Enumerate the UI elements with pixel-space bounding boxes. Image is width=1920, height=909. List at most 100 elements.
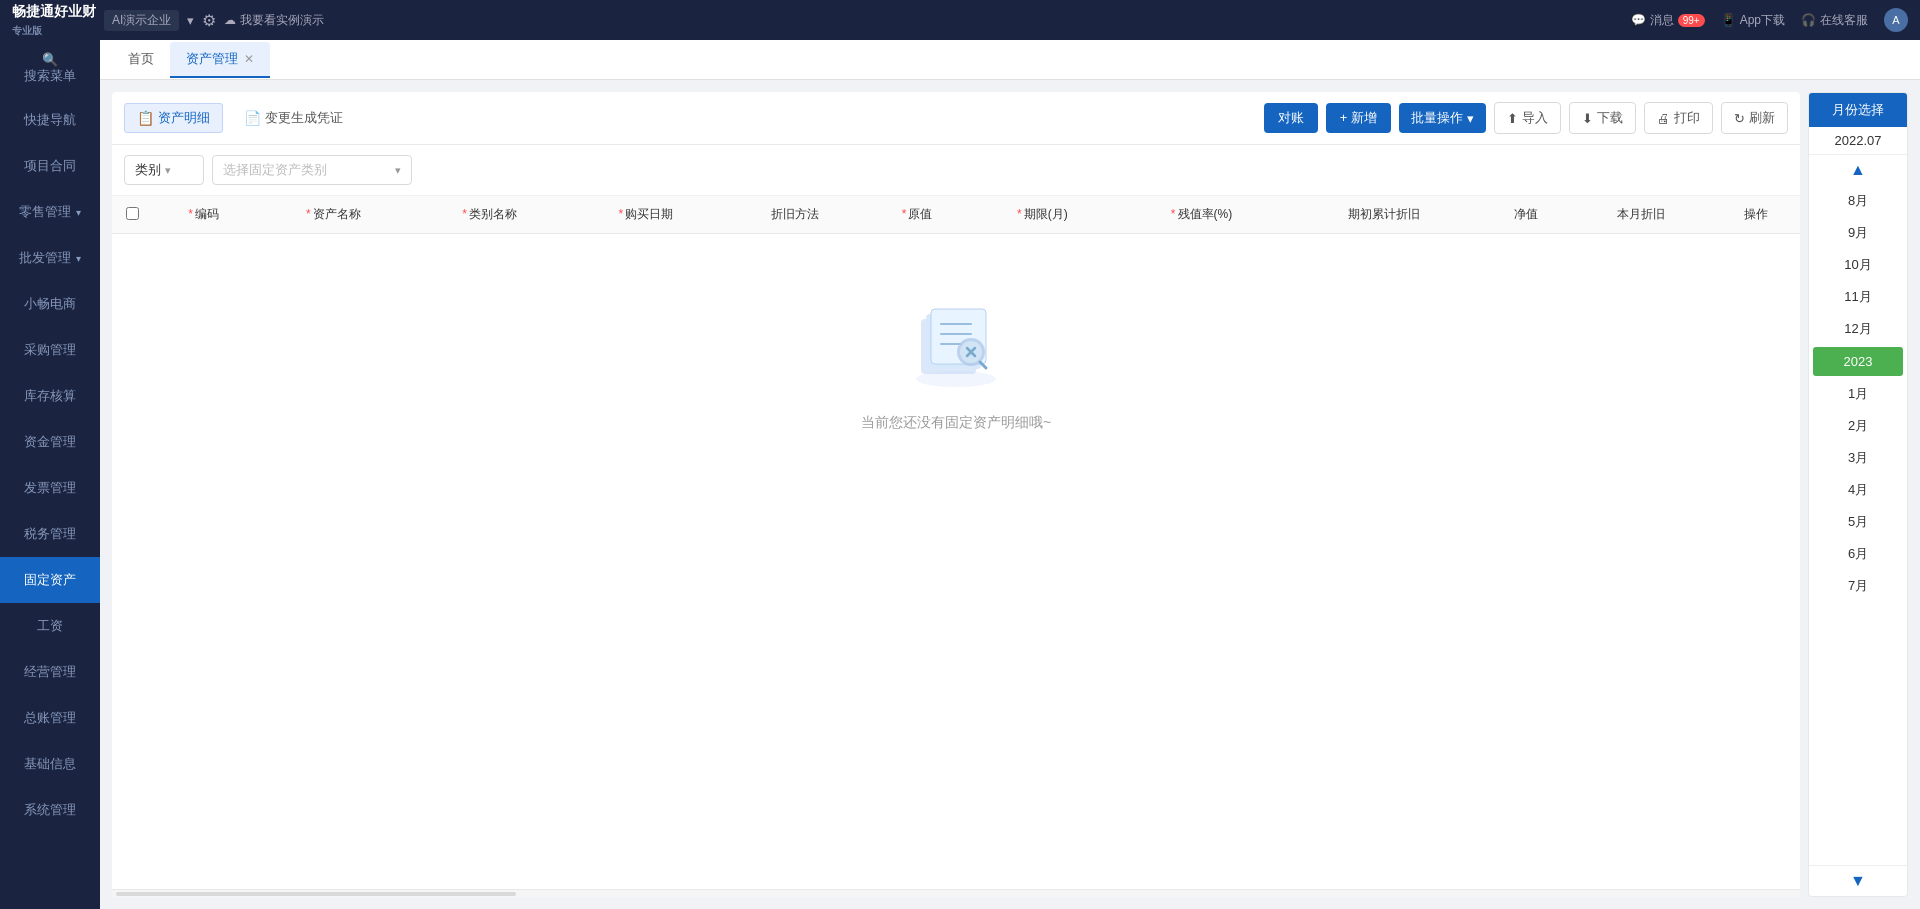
month-item-9[interactable]: 9月 [1809, 217, 1907, 249]
sidebar: 🔍 搜索菜单 快捷导航 项目合同 零售管理 ▾ 批发管理 ▾ 小畅电商 采购管理… [0, 40, 100, 909]
import-button[interactable]: ⬆ 导入 [1494, 102, 1561, 134]
tab-close-icon[interactable]: ✕ [244, 52, 254, 66]
sidebar-item-quicknav[interactable]: 快捷导航 [0, 97, 100, 143]
scrollbar-thumb[interactable] [116, 892, 516, 896]
col-purchase-date: *购买日期 [568, 196, 724, 234]
sub-tab-detail[interactable]: 📋 资产明细 [124, 103, 223, 133]
month-item-8[interactable]: 8月 [1809, 185, 1907, 217]
refresh-button[interactable]: ↻ 刷新 [1721, 102, 1788, 134]
message-button[interactable]: 💬 消息 99+ [1631, 12, 1705, 29]
download-icon: ⬇ [1582, 111, 1593, 126]
sidebar-item-purchase[interactable]: 采购管理 [0, 327, 100, 373]
tab-home[interactable]: 首页 [112, 42, 170, 78]
sidebar-item-ecommerce[interactable]: 小畅电商 [0, 281, 100, 327]
empty-illustration [896, 294, 1016, 394]
cloud-icon: ☁ [224, 13, 236, 27]
sidebar-item-tax[interactable]: 税务管理 [0, 511, 100, 557]
col-period: *期限(月) [969, 196, 1116, 234]
batch-button[interactable]: 批量操作 ▾ [1399, 103, 1486, 133]
category-filter[interactable]: 类别 ▾ [124, 155, 204, 185]
sub-tab-voucher[interactable]: 📄 变更生成凭证 [231, 103, 356, 133]
month-item-2[interactable]: 2月 [1809, 410, 1907, 442]
month-up-button[interactable]: ▲ [1844, 159, 1872, 181]
sidebar-item-fixed-assets[interactable]: 固定资产 [0, 557, 100, 603]
filter-bar: 类别 ▾ 选择固定资产类别 ▾ [112, 145, 1800, 196]
month-down-button[interactable]: ▼ [1844, 870, 1872, 892]
sidebar-item-wholesale[interactable]: 批发管理 ▾ [0, 235, 100, 281]
sidebar-item-salary[interactable]: 工资 [0, 603, 100, 649]
col-accumulated-dep: 期初累计折旧 [1287, 196, 1482, 234]
top-bar-left: 畅捷通好业财 专业版 AI演示企业 ▾ ⚙ ☁ 我要看实例演示 [12, 3, 324, 38]
col-net-value: 净值 [1482, 196, 1570, 234]
search-menu[interactable]: 🔍 搜索菜单 [0, 40, 100, 97]
month-item-4[interactable]: 4月 [1809, 474, 1907, 506]
content-area: 首页 资产管理 ✕ 📋 资产明细 📄 变更生成凭证 [100, 40, 1920, 909]
month-panel-title: 月份选择 [1809, 93, 1907, 127]
sidebar-item-project[interactable]: 项目合同 [0, 143, 100, 189]
company-dropdown[interactable]: ▾ [187, 13, 194, 28]
page-content: 📋 资产明细 📄 变更生成凭证 对账 + 新增 批量操作 ▾ [100, 80, 1920, 909]
retail-arrow-icon: ▾ [76, 207, 81, 218]
month-item-6[interactable]: 6月 [1809, 538, 1907, 570]
col-operation: 操作 [1712, 196, 1800, 234]
month-item-3[interactable]: 3月 [1809, 442, 1907, 474]
assets-table: *编码 *资产名称 *类别名称 *购买日期 折旧方法 *原值 *期限(月) *残… [112, 196, 1800, 234]
category-dropdown-icon: ▾ [165, 164, 171, 177]
category-input[interactable]: 选择固定资产类别 ▾ [212, 155, 412, 185]
col-name: *资产名称 [255, 196, 411, 234]
app-logo: 畅捷通好业财 专业版 [12, 3, 96, 38]
table-container: *编码 *资产名称 *类别名称 *购买日期 折旧方法 *原值 *期限(月) *残… [112, 196, 1800, 889]
refresh-icon: ↻ [1734, 111, 1745, 126]
match-button[interactable]: 对账 [1264, 103, 1318, 133]
sidebar-item-ledger[interactable]: 总账管理 [0, 695, 100, 741]
horizontal-scrollbar[interactable] [112, 889, 1800, 897]
empty-message: 当前您还没有固定资产明细哦~ [861, 414, 1051, 432]
col-residual-rate: *残值率(%) [1116, 196, 1287, 234]
top-bar: 畅捷通好业财 专业版 AI演示企业 ▾ ⚙ ☁ 我要看实例演示 💬 消息 99+… [0, 0, 1920, 40]
settings-icon[interactable]: ⚙ [202, 11, 216, 30]
add-button[interactable]: + 新增 [1326, 103, 1391, 133]
demo-link[interactable]: ☁ 我要看实例演示 [224, 12, 324, 29]
user-avatar: A [1884, 8, 1908, 32]
col-original-value: *原值 [865, 196, 968, 234]
month-item-7[interactable]: 7月 [1809, 570, 1907, 602]
wholesale-arrow-icon: ▾ [76, 253, 81, 264]
month-item-12[interactable]: 12月 [1809, 313, 1907, 345]
selected-period: 2022.07 [1835, 133, 1882, 148]
select-all-checkbox[interactable] [126, 207, 139, 220]
col-code: *编码 [152, 196, 255, 234]
input-dropdown-icon: ▾ [395, 164, 401, 177]
month-item-10[interactable]: 10月 [1809, 249, 1907, 281]
empty-state: 当前您还没有固定资产明细哦~ [112, 234, 1800, 492]
sidebar-item-inventory[interactable]: 库存核算 [0, 373, 100, 419]
print-icon: 🖨 [1657, 111, 1670, 126]
import-icon: ⬆ [1507, 111, 1518, 126]
tab-bar: 首页 资产管理 ✕ [100, 40, 1920, 80]
year-badge-2023: 2023 [1813, 347, 1903, 376]
sidebar-item-finance[interactable]: 资金管理 [0, 419, 100, 465]
sidebar-item-operations[interactable]: 经营管理 [0, 649, 100, 695]
top-bar-right: 💬 消息 99+ 📱 App下载 🎧 在线客服 A [1631, 8, 1908, 32]
sidebar-item-basic-info[interactable]: 基础信息 [0, 741, 100, 787]
company-name[interactable]: AI演示企业 [104, 10, 179, 31]
main-layout: 🔍 搜索菜单 快捷导航 项目合同 零售管理 ▾ 批发管理 ▾ 小畅电商 采购管理… [0, 40, 1920, 909]
main-panel: 📋 资产明细 📄 变更生成凭证 对账 + 新增 批量操作 ▾ [112, 92, 1800, 897]
sidebar-item-invoice[interactable]: 发票管理 [0, 465, 100, 511]
sub-tabs: 📋 资产明细 📄 变更生成凭证 对账 + 新增 批量操作 ▾ [112, 92, 1800, 145]
col-monthly-dep: 本月折旧 [1570, 196, 1712, 234]
app-download-button[interactable]: 📱 App下载 [1721, 12, 1785, 29]
headset-icon: 🎧 [1801, 13, 1816, 27]
col-category: *类别名称 [411, 196, 567, 234]
user-info[interactable]: A [1884, 8, 1908, 32]
month-item-11[interactable]: 11月 [1809, 281, 1907, 313]
download-button[interactable]: ⬇ 下载 [1569, 102, 1636, 134]
online-service-button[interactable]: 🎧 在线客服 [1801, 12, 1868, 29]
tab-assets[interactable]: 资产管理 ✕ [170, 42, 270, 78]
mobile-icon: 📱 [1721, 13, 1736, 27]
month-item-1[interactable]: 1月 [1809, 378, 1907, 410]
month-item-5[interactable]: 5月 [1809, 506, 1907, 538]
print-button[interactable]: 🖨 打印 [1644, 102, 1713, 134]
voucher-tab-icon: 📄 [244, 110, 261, 126]
sidebar-item-retail[interactable]: 零售管理 ▾ [0, 189, 100, 235]
sidebar-item-system[interactable]: 系统管理 [0, 787, 100, 833]
